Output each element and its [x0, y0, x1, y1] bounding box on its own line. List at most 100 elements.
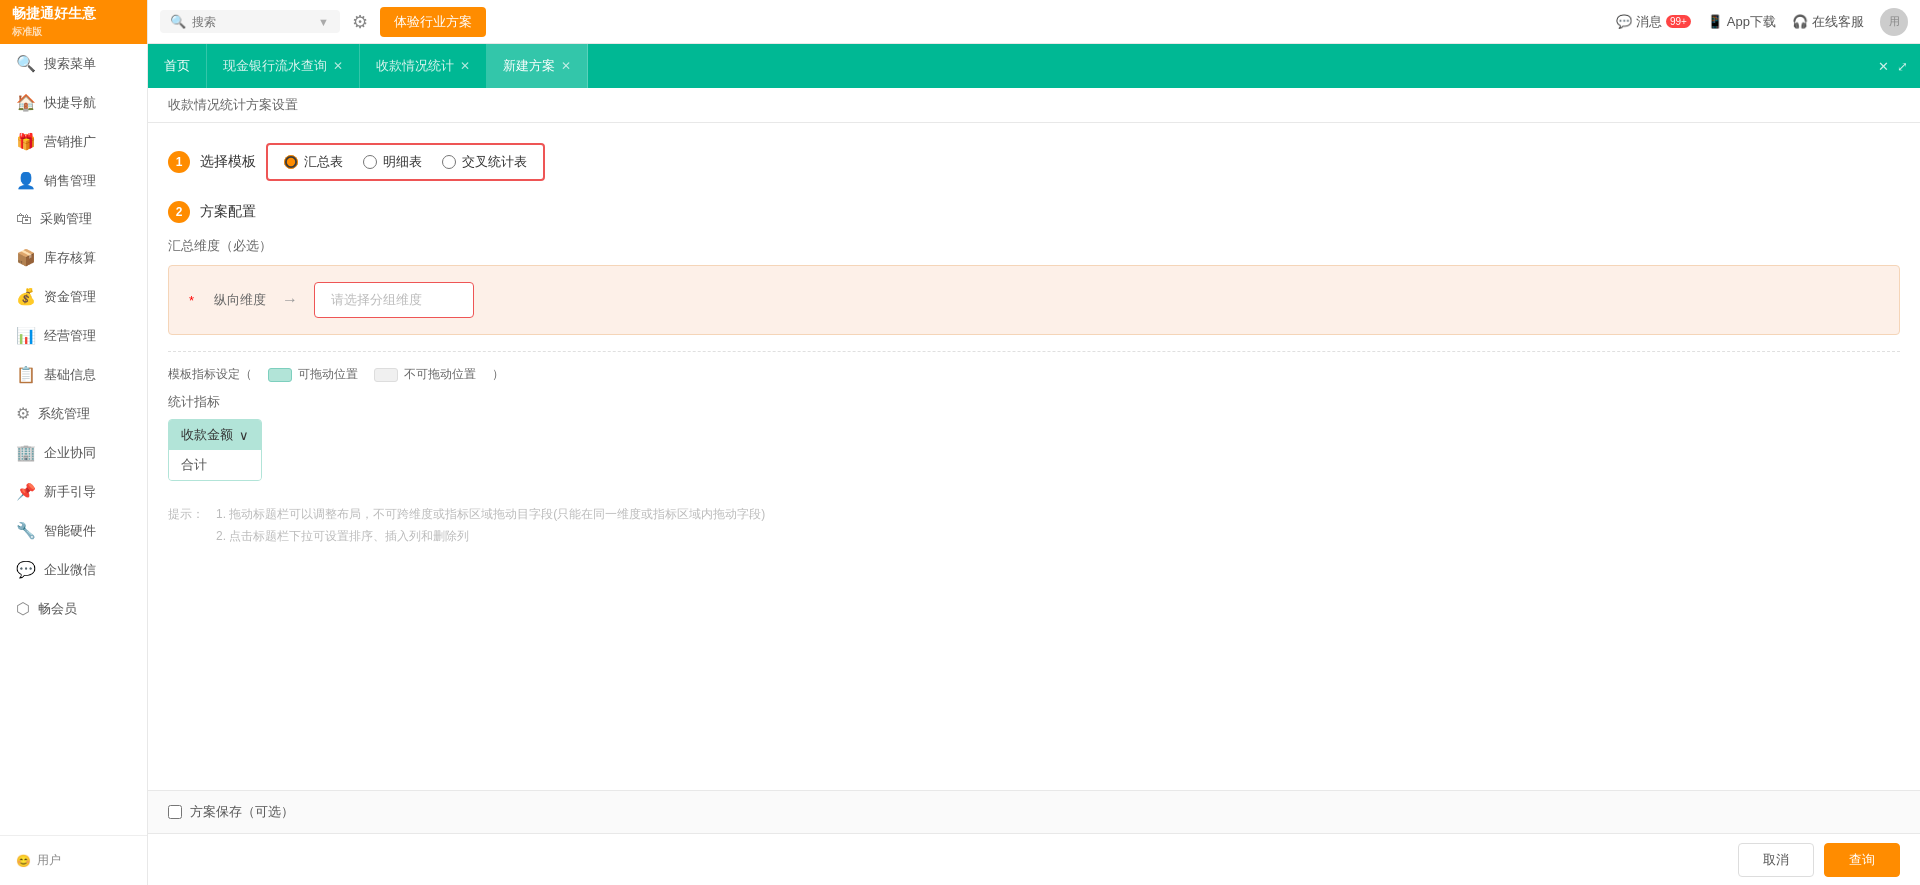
- member-icon: ⬡: [16, 599, 30, 618]
- sidebar-item-enterprise[interactable]: 🏢企业协同: [0, 433, 147, 472]
- metrics-card-row-label: 合计: [181, 457, 207, 472]
- sidebar-item-label-guide: 新手引导: [44, 483, 96, 501]
- tabbar: 首页现金银行流水查询✕收款情况统计✕新建方案✕ ✕ ⤢: [148, 44, 1920, 88]
- sidebar-item-inventory[interactable]: 📦库存核算: [0, 238, 147, 277]
- sidebar-item-purchase[interactable]: 🛍采购管理: [0, 200, 147, 238]
- tip-item-2: 2. 点击标题栏下拉可设置排序、插入列和删除列: [168, 526, 1900, 548]
- sidebar-item-operations[interactable]: 📊经营管理: [0, 316, 147, 355]
- sidebar-item-label-member: 畅会员: [38, 600, 77, 618]
- sidebar-bottom: 😊用户: [0, 835, 147, 885]
- tab-new-plan[interactable]: 新建方案✕: [487, 44, 588, 88]
- sidebar-item-label-marketing: 营销推广: [44, 133, 96, 151]
- sidebar-item-wechat[interactable]: 💬 企业微信: [0, 550, 147, 589]
- consult-button[interactable]: 🎧 在线客服: [1792, 13, 1864, 31]
- sidebar-item-label-enterprise: 企业协同: [44, 444, 96, 462]
- messages-label: 消息: [1636, 13, 1662, 31]
- dim-select-placeholder: 请选择分组维度: [331, 291, 422, 309]
- metrics-card-title: 收款金额: [181, 426, 233, 444]
- metrics-legend: 模板指标设定（ 可拖动位置 不可拖动位置 ）: [168, 366, 1900, 383]
- guide-icon: 📌: [16, 482, 36, 501]
- save-checkbox[interactable]: [168, 805, 182, 819]
- step2-number: 2: [168, 201, 190, 223]
- template-cross[interactable]: 交叉统计表: [442, 153, 527, 171]
- wechat-icon: 💬: [16, 560, 36, 579]
- chevron-down-icon: ▼: [318, 16, 329, 28]
- dim-select-input[interactable]: 请选择分组维度: [314, 282, 474, 318]
- dimension-section-label: 汇总维度（必选）: [168, 237, 1900, 255]
- tip-item-1: 提示： 1. 拖动标题栏可以调整布局，不可跨维度或指标区域拖动目字段(只能在同一…: [168, 504, 1900, 526]
- tab-label-home: 首页: [164, 57, 190, 75]
- metrics-card-header[interactable]: 收款金额 ∨: [169, 420, 261, 450]
- gear-icon[interactable]: ⚙: [352, 11, 368, 33]
- template-summary-radio[interactable]: [284, 155, 298, 169]
- hardware-icon: 🔧: [16, 521, 36, 540]
- sidebar-item-label-basic: 基础信息: [44, 366, 96, 384]
- dim-required-mark: *: [189, 293, 194, 308]
- sidebar-item-sales[interactable]: 👤销售管理: [0, 161, 147, 200]
- sidebar-item-finance[interactable]: 💰 资金管理: [0, 277, 147, 316]
- sidebar-item-guide[interactable]: 📌 新手引导: [0, 472, 147, 511]
- legend-non-draggable: 不可拖动位置: [374, 366, 476, 383]
- sidebar-item-label-hardware: 智能硬件: [44, 522, 96, 540]
- tab-home[interactable]: 首页: [148, 44, 207, 88]
- messages-button[interactable]: 💬 消息 99+: [1616, 13, 1691, 31]
- metrics-legend-suffix: ）: [492, 366, 504, 383]
- expand-icon[interactable]: ⤢: [1897, 59, 1908, 74]
- cancel-button[interactable]: 取消: [1738, 843, 1814, 877]
- template-detail-radio[interactable]: [363, 155, 377, 169]
- tab-bank-flow[interactable]: 现金银行流水查询 ✕: [207, 44, 360, 88]
- metrics-legend-prefix: 模板指标设定（: [168, 366, 252, 383]
- sidebar-bottom-item-1[interactable]: 😊用户: [0, 844, 147, 877]
- finance-icon: 💰: [16, 287, 36, 306]
- dropdown-icon: ∨: [239, 428, 249, 443]
- avatar[interactable]: 用: [1880, 8, 1908, 36]
- dimension-box: * 纵向维度 → 请选择分组维度: [168, 265, 1900, 335]
- sidebar-item-basic[interactable]: 📋基础信息: [0, 355, 147, 394]
- trial-button[interactable]: 体验行业方案: [380, 7, 486, 37]
- page-body: 1 选择模板 汇总表 明细表: [148, 123, 1920, 790]
- tab-close-bank-flow[interactable]: ✕: [333, 59, 343, 73]
- sidebar-item-label-purchase: 采购管理: [40, 210, 92, 228]
- sidebar-item-label-wechat: 企业微信: [44, 561, 96, 579]
- template-detail[interactable]: 明细表: [363, 153, 422, 171]
- sidebar-item-search[interactable]: 🔍搜索菜单: [0, 44, 147, 83]
- template-selector: 汇总表 明细表 交叉统计表: [266, 143, 545, 181]
- close-window-icon[interactable]: ✕: [1878, 59, 1889, 74]
- sidebar-item-label-system: 系统管理: [38, 405, 90, 423]
- sidebar-logo: 畅捷通好生意 标准版: [0, 0, 147, 44]
- sidebar-item-label-quick-nav: 快捷导航: [44, 94, 96, 112]
- sidebar-item-quick-nav[interactable]: 🏠快捷导航: [0, 83, 147, 122]
- dim-field-label: 纵向维度: [214, 291, 266, 309]
- sidebar-item-system[interactable]: ⚙ 系统管理: [0, 394, 147, 433]
- step1-title: 选择模板: [200, 153, 256, 171]
- system-icon: ⚙: [16, 404, 30, 423]
- metrics-card: 收款金额 ∨ 合计: [168, 419, 262, 481]
- template-summary[interactable]: 汇总表: [284, 153, 343, 171]
- legend-draggable: 可拖动位置: [268, 366, 358, 383]
- template-summary-label: 汇总表: [304, 153, 343, 171]
- non-draggable-legend-box: [374, 368, 398, 382]
- tab-label-bank-flow: 现金银行流水查询: [223, 57, 327, 75]
- sidebar-item-label-operations: 经营管理: [44, 327, 96, 345]
- sidebar-item-marketing[interactable]: 🎁营销推广: [0, 122, 147, 161]
- topbar-search-box[interactable]: 🔍 ▼: [160, 10, 340, 33]
- app-download-button[interactable]: 📱 App下载: [1707, 13, 1776, 31]
- sidebar-item-label-finance: 资金管理: [44, 288, 96, 306]
- tab-close-new-plan[interactable]: ✕: [561, 59, 571, 73]
- page: 收款情况统计方案设置 1 选择模板 汇总表: [148, 88, 1920, 833]
- tab-close-collection-stat[interactable]: ✕: [460, 59, 470, 73]
- query-button[interactable]: 查询: [1824, 843, 1900, 877]
- template-cross-radio[interactable]: [442, 155, 456, 169]
- metrics-section: 模板指标设定（ 可拖动位置 不可拖动位置 ）: [168, 366, 1900, 484]
- message-icon: 💬: [1616, 14, 1632, 29]
- dimension-config: 汇总维度（必选） * 纵向维度 → 请选择分组维度: [168, 237, 1900, 335]
- sidebar-item-member[interactable]: ⬡ 畅会员: [0, 589, 147, 628]
- step1-section: 1 选择模板 汇总表 明细表: [168, 143, 1900, 181]
- search-input[interactable]: [192, 15, 312, 29]
- consult-label: 在线客服: [1812, 13, 1864, 31]
- sales-icon: 👤: [16, 171, 36, 190]
- sidebar-item-hardware[interactable]: 🔧 智能硬件: [0, 511, 147, 550]
- draggable-legend-label: 可拖动位置: [298, 366, 358, 383]
- tab-collection-stat[interactable]: 收款情况统计✕: [360, 44, 487, 88]
- draggable-legend-box: [268, 368, 292, 382]
